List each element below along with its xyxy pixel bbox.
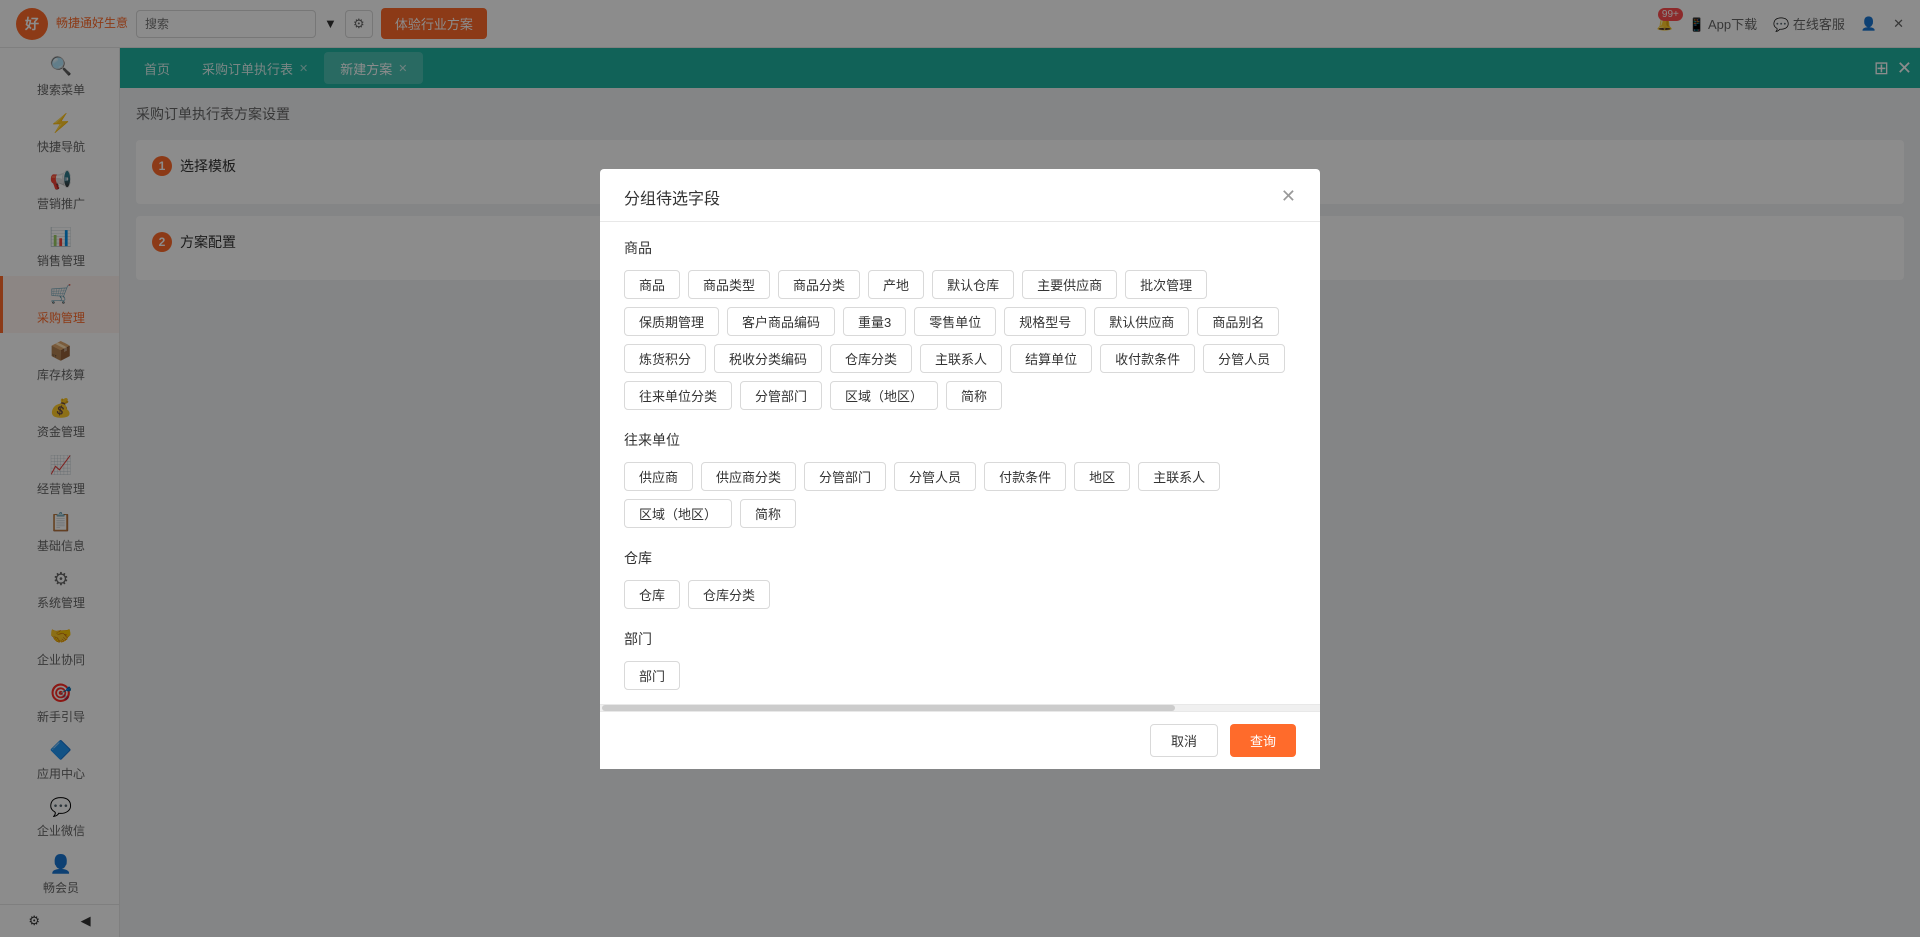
field-tags-warehouse: 仓库 仓库分类: [624, 580, 1296, 609]
field-tag-warehouse-cat[interactable]: 仓库分类: [688, 580, 770, 609]
field-tag-warehouse-category[interactable]: 仓库分类: [830, 344, 912, 373]
field-tag-goods[interactable]: 商品: [624, 270, 680, 299]
field-tag-tax-code[interactable]: 税收分类编码: [714, 344, 822, 373]
field-tag-supplier-category[interactable]: 供应商分类: [701, 462, 796, 491]
field-group-goods: 商品 商品 商品类型 商品分类 产地 默认仓库 主要供应商 批次管理 保质期管理…: [624, 238, 1296, 410]
field-tag-shelf-life[interactable]: 保质期管理: [624, 307, 719, 336]
field-tag-partner-category[interactable]: 往来单位分类: [624, 381, 732, 410]
field-tag-batch-management[interactable]: 批次管理: [1125, 270, 1207, 299]
field-tag-supervisor[interactable]: 分管人员: [1203, 344, 1285, 373]
cancel-button[interactable]: 取消: [1150, 724, 1218, 757]
field-tag-payment-condition[interactable]: 付款条件: [984, 462, 1066, 491]
modal-close-button[interactable]: ✕: [1281, 186, 1296, 207]
field-tag-payment-terms[interactable]: 收付款条件: [1100, 344, 1195, 373]
field-tag-main-contact-2[interactable]: 主联系人: [1138, 462, 1220, 491]
field-tag-abbreviation[interactable]: 简称: [740, 499, 796, 528]
field-group-department-title: 部门: [624, 629, 1296, 649]
field-tag-default-supplier[interactable]: 默认供应商: [1094, 307, 1189, 336]
field-group-warehouse: 仓库 仓库 仓库分类: [624, 548, 1296, 609]
field-tag-customer-code[interactable]: 客户商品编码: [727, 307, 835, 336]
field-tag-supplier[interactable]: 供应商: [624, 462, 693, 491]
field-tag-spec-model[interactable]: 规格型号: [1004, 307, 1086, 336]
field-tag-managing-person[interactable]: 分管人员: [894, 462, 976, 491]
field-tag-main-contact[interactable]: 主联系人: [920, 344, 1002, 373]
field-tag-default-warehouse[interactable]: 默认仓库: [932, 270, 1014, 299]
field-group-partner: 往来单位 供应商 供应商分类 分管部门 分管人员 付款条件 地区 主联系人 区域…: [624, 430, 1296, 528]
field-group-partner-title: 往来单位: [624, 430, 1296, 450]
field-tag-weight[interactable]: 重量3: [843, 307, 906, 336]
field-tag-region[interactable]: 区域（地区）: [830, 381, 938, 410]
field-tags-partner: 供应商 供应商分类 分管部门 分管人员 付款条件 地区 主联系人 区域（地区） …: [624, 462, 1296, 528]
field-tags-goods: 商品 商品类型 商品分类 产地 默认仓库 主要供应商 批次管理 保质期管理 客户…: [624, 270, 1296, 410]
modal-header: 分组待选字段 ✕: [600, 169, 1320, 222]
field-tag-managing-dept[interactable]: 分管部门: [804, 462, 886, 491]
field-select-modal: 分组待选字段 ✕ 商品 商品 商品类型 商品分类 产地 默认仓库 主要供应商 批…: [600, 169, 1320, 769]
modal-body[interactable]: 商品 商品 商品类型 商品分类 产地 默认仓库 主要供应商 批次管理 保质期管理…: [600, 222, 1320, 704]
modal-footer: 取消 查询: [600, 711, 1320, 769]
field-tag-dept[interactable]: 分管部门: [740, 381, 822, 410]
field-tag-short-name[interactable]: 简称: [946, 381, 1002, 410]
modal-horizontal-scrollbar[interactable]: [600, 704, 1320, 711]
field-tag-goods-category[interactable]: 商品分类: [778, 270, 860, 299]
field-tag-refine-points[interactable]: 炼货积分: [624, 344, 706, 373]
field-tag-origin[interactable]: 产地: [868, 270, 924, 299]
modal-backdrop: 分组待选字段 ✕ 商品 商品 商品类型 商品分类 产地 默认仓库 主要供应商 批…: [0, 0, 1920, 937]
field-tag-department[interactable]: 部门: [624, 661, 680, 690]
field-tag-retail-unit[interactable]: 零售单位: [914, 307, 996, 336]
field-tags-department: 部门: [624, 661, 1296, 690]
field-tag-main-supplier[interactable]: 主要供应商: [1022, 270, 1117, 299]
field-group-department: 部门 部门: [624, 629, 1296, 690]
field-group-goods-title: 商品: [624, 238, 1296, 258]
field-tag-goods-alias[interactable]: 商品别名: [1197, 307, 1279, 336]
field-tag-warehouse[interactable]: 仓库: [624, 580, 680, 609]
field-tag-area[interactable]: 地区: [1074, 462, 1130, 491]
confirm-button[interactable]: 查询: [1230, 724, 1296, 757]
field-tag-goods-type[interactable]: 商品类型: [688, 270, 770, 299]
field-tag-settlement-unit[interactable]: 结算单位: [1010, 344, 1092, 373]
modal-title: 分组待选字段: [624, 185, 720, 209]
field-tag-region-2[interactable]: 区域（地区）: [624, 499, 732, 528]
field-group-warehouse-title: 仓库: [624, 548, 1296, 568]
